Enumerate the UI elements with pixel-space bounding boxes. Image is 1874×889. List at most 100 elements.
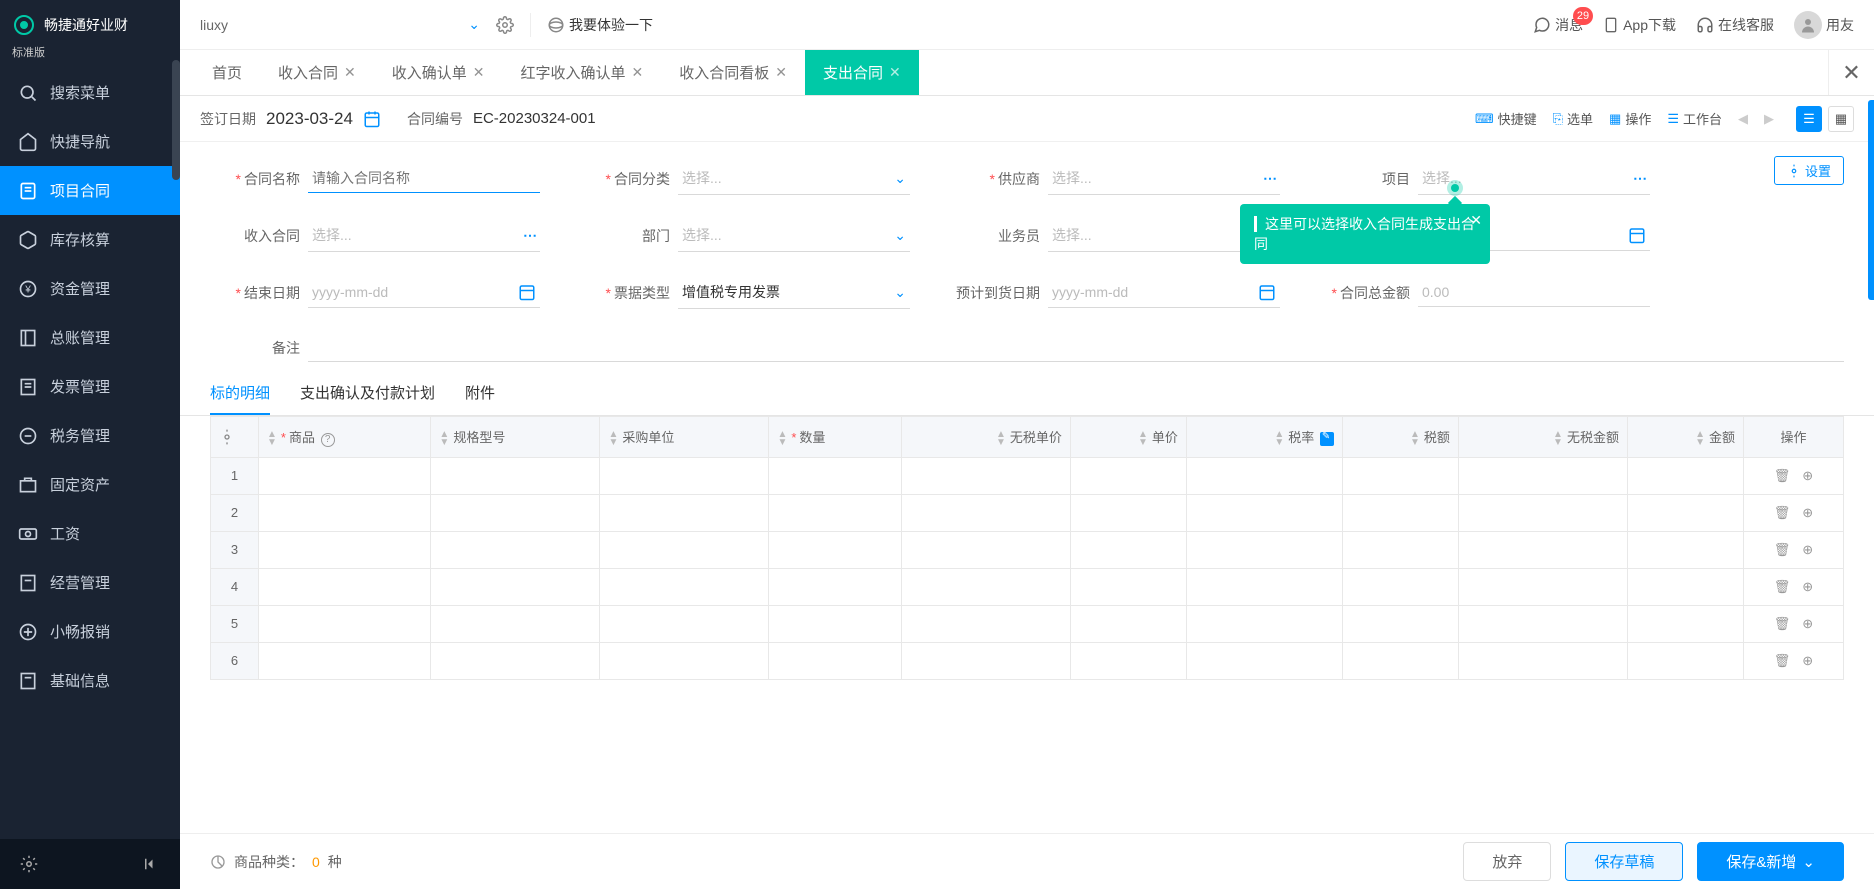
settings-gear-icon[interactable] bbox=[20, 855, 38, 873]
table-row[interactable]: 4🗑⊕ bbox=[211, 568, 1844, 605]
kind-count: 0 bbox=[312, 854, 320, 870]
delete-icon[interactable]: 🗑 bbox=[1774, 468, 1791, 483]
total-amount-input[interactable] bbox=[1418, 278, 1650, 307]
col-header-7[interactable]: ▲▼税额 bbox=[1342, 417, 1458, 458]
col-header-9[interactable]: ▲▼金额 bbox=[1627, 417, 1743, 458]
save-draft-button[interactable]: 保存草稿 bbox=[1565, 842, 1683, 881]
app-name: 畅捷通好业财 bbox=[44, 15, 128, 35]
add-icon[interactable]: ⊕ bbox=[1802, 505, 1813, 520]
income-contract-select[interactable]: 选择...⋯ bbox=[308, 219, 540, 252]
delete-icon[interactable]: 🗑 bbox=[1774, 505, 1791, 520]
tab-0[interactable]: 首页 bbox=[194, 50, 260, 95]
close-icon[interactable]: ✕ bbox=[775, 64, 787, 81]
col-header-6[interactable]: ▲▼税率 bbox=[1186, 417, 1342, 458]
add-icon[interactable]: ⊕ bbox=[1802, 616, 1813, 631]
table-row[interactable]: 1🗑⊕ bbox=[211, 457, 1844, 494]
org-settings-icon[interactable] bbox=[496, 16, 514, 34]
table-row[interactable]: 3🗑⊕ bbox=[211, 531, 1844, 568]
sidebar-item-7[interactable]: 税务管理 bbox=[0, 411, 180, 460]
sidebar-item-6[interactable]: 发票管理 bbox=[0, 362, 180, 411]
close-icon[interactable]: ✕ bbox=[889, 64, 901, 81]
close-icon[interactable]: ✕ bbox=[632, 64, 644, 81]
save-and-new-button[interactable]: 保存&新增⌄ bbox=[1697, 842, 1844, 881]
sidebar-scrollbar[interactable] bbox=[172, 60, 180, 180]
user-menu[interactable]: 用友 bbox=[1794, 11, 1854, 39]
col-header-2[interactable]: ▲▼采购单位 bbox=[600, 417, 769, 458]
app-download-button[interactable]: App下载 bbox=[1603, 15, 1676, 35]
delete-icon[interactable]: 🗑 bbox=[1774, 579, 1791, 594]
sidebar-item-3[interactable]: 库存核算 bbox=[0, 215, 180, 264]
add-icon[interactable]: ⊕ bbox=[1802, 542, 1813, 557]
col-header-3[interactable]: ▲▼*数量 bbox=[769, 417, 901, 458]
arrival-date-input[interactable]: yyyy-mm-dd bbox=[1048, 277, 1280, 308]
try-button[interactable]: 我要体验一下 bbox=[547, 15, 653, 35]
form-settings-button[interactable]: 设置 bbox=[1774, 156, 1844, 185]
sidebar-item-12[interactable]: 基础信息 bbox=[0, 656, 180, 705]
tooltip-close-icon[interactable]: ✕ bbox=[1470, 212, 1482, 229]
messages-button[interactable]: 消息 29 bbox=[1533, 15, 1583, 35]
sidebar-item-9[interactable]: 工资 bbox=[0, 509, 180, 558]
delete-icon[interactable]: 🗑 bbox=[1774, 616, 1791, 631]
sidebar-item-8[interactable]: 固定资产 bbox=[0, 460, 180, 509]
delete-icon[interactable]: 🗑 bbox=[1774, 542, 1791, 557]
sidebar-item-5[interactable]: 总账管理 bbox=[0, 313, 180, 362]
workbench-button[interactable]: ☰工作台 bbox=[1667, 109, 1722, 128]
col-header-4[interactable]: ▲▼无税单价 bbox=[901, 417, 1070, 458]
department-select[interactable]: 选择...⌄ bbox=[678, 219, 910, 252]
sub-tab-0[interactable]: 标的明细 bbox=[210, 372, 270, 415]
col-header-5[interactable]: ▲▼单价 bbox=[1070, 417, 1186, 458]
collapse-icon[interactable] bbox=[142, 855, 160, 873]
table-row[interactable]: 2🗑⊕ bbox=[211, 494, 1844, 531]
calendar-icon[interactable] bbox=[363, 110, 381, 128]
list-view-button[interactable]: ☰ bbox=[1796, 106, 1822, 132]
end-date-input[interactable]: yyyy-mm-dd bbox=[308, 277, 540, 308]
card-view-button[interactable]: ▦ bbox=[1828, 106, 1854, 132]
col-header-0[interactable]: ▲▼*商品 ? bbox=[259, 417, 431, 458]
close-icon[interactable]: ✕ bbox=[473, 64, 485, 81]
gear-icon[interactable] bbox=[219, 429, 235, 445]
contract-name-input[interactable] bbox=[308, 164, 540, 193]
add-icon[interactable]: ⊕ bbox=[1802, 468, 1813, 483]
close-icon[interactable]: ✕ bbox=[344, 64, 356, 81]
user-dropdown[interactable]: liuxy ⌄ bbox=[200, 16, 480, 33]
right-handle[interactable] bbox=[1868, 100, 1874, 300]
next-icon[interactable]: ▶ bbox=[1764, 111, 1774, 127]
supplier-select[interactable]: 选择...⋯ bbox=[1048, 162, 1280, 195]
discard-button[interactable]: 放弃 bbox=[1463, 842, 1551, 881]
tab-3[interactable]: 红字收入确认单✕ bbox=[503, 50, 662, 95]
table-row[interactable]: 6🗑⊕ bbox=[211, 642, 1844, 679]
sub-tab-1[interactable]: 支出确认及付款计划 bbox=[300, 372, 435, 415]
tab-1[interactable]: 收入合同✕ bbox=[260, 50, 374, 95]
col-header-8[interactable]: ▲▼无税金额 bbox=[1458, 417, 1627, 458]
add-icon[interactable]: ⊕ bbox=[1802, 579, 1813, 594]
remark-input[interactable] bbox=[308, 333, 1844, 362]
table-row[interactable]: 5🗑⊕ bbox=[211, 605, 1844, 642]
add-icon[interactable]: ⊕ bbox=[1802, 653, 1813, 668]
prev-icon[interactable]: ◀ bbox=[1738, 111, 1748, 127]
select-order-button[interactable]: ⎘选单 bbox=[1553, 109, 1593, 128]
sidebar-item-2[interactable]: 项目合同 bbox=[0, 166, 180, 215]
sidebar-item-10[interactable]: 经营管理 bbox=[0, 558, 180, 607]
home-icon bbox=[18, 132, 38, 152]
app-logo: 畅捷通好业财 bbox=[0, 0, 180, 50]
sign-date-value[interactable]: 2023-03-24 bbox=[266, 109, 353, 129]
tab-5[interactable]: 支出合同✕ bbox=[805, 50, 919, 95]
chevron-down-icon: ⌄ bbox=[894, 227, 906, 244]
close-all-tabs-button[interactable]: ✕ bbox=[1828, 50, 1874, 95]
col-header-1[interactable]: ▲▼规格型号 bbox=[431, 417, 600, 458]
sidebar-item-11[interactable]: 小畅报销 bbox=[0, 607, 180, 656]
contract-no-value: EC-20230324-001 bbox=[473, 110, 596, 127]
document-type-select[interactable]: 增值税专用发票⌄ bbox=[678, 276, 910, 309]
shortcut-button[interactable]: ⌨快捷键 bbox=[1475, 109, 1537, 128]
delete-icon[interactable]: 🗑 bbox=[1774, 653, 1791, 668]
tab-4[interactable]: 收入合同看板✕ bbox=[661, 50, 805, 95]
contract-category-select[interactable]: 选择...⌄ bbox=[678, 162, 910, 195]
customer-service-button[interactable]: 在线客服 bbox=[1696, 15, 1774, 35]
sidebar-item-0[interactable]: 搜索菜单 bbox=[0, 68, 180, 117]
sidebar-item-1[interactable]: 快捷导航 bbox=[0, 117, 180, 166]
operations-button[interactable]: ▦操作 bbox=[1609, 109, 1651, 128]
sub-tab-2[interactable]: 附件 bbox=[465, 372, 495, 415]
salary-icon bbox=[18, 524, 38, 544]
tab-2[interactable]: 收入确认单✕ bbox=[374, 50, 503, 95]
sidebar-item-4[interactable]: ¥资金管理 bbox=[0, 264, 180, 313]
